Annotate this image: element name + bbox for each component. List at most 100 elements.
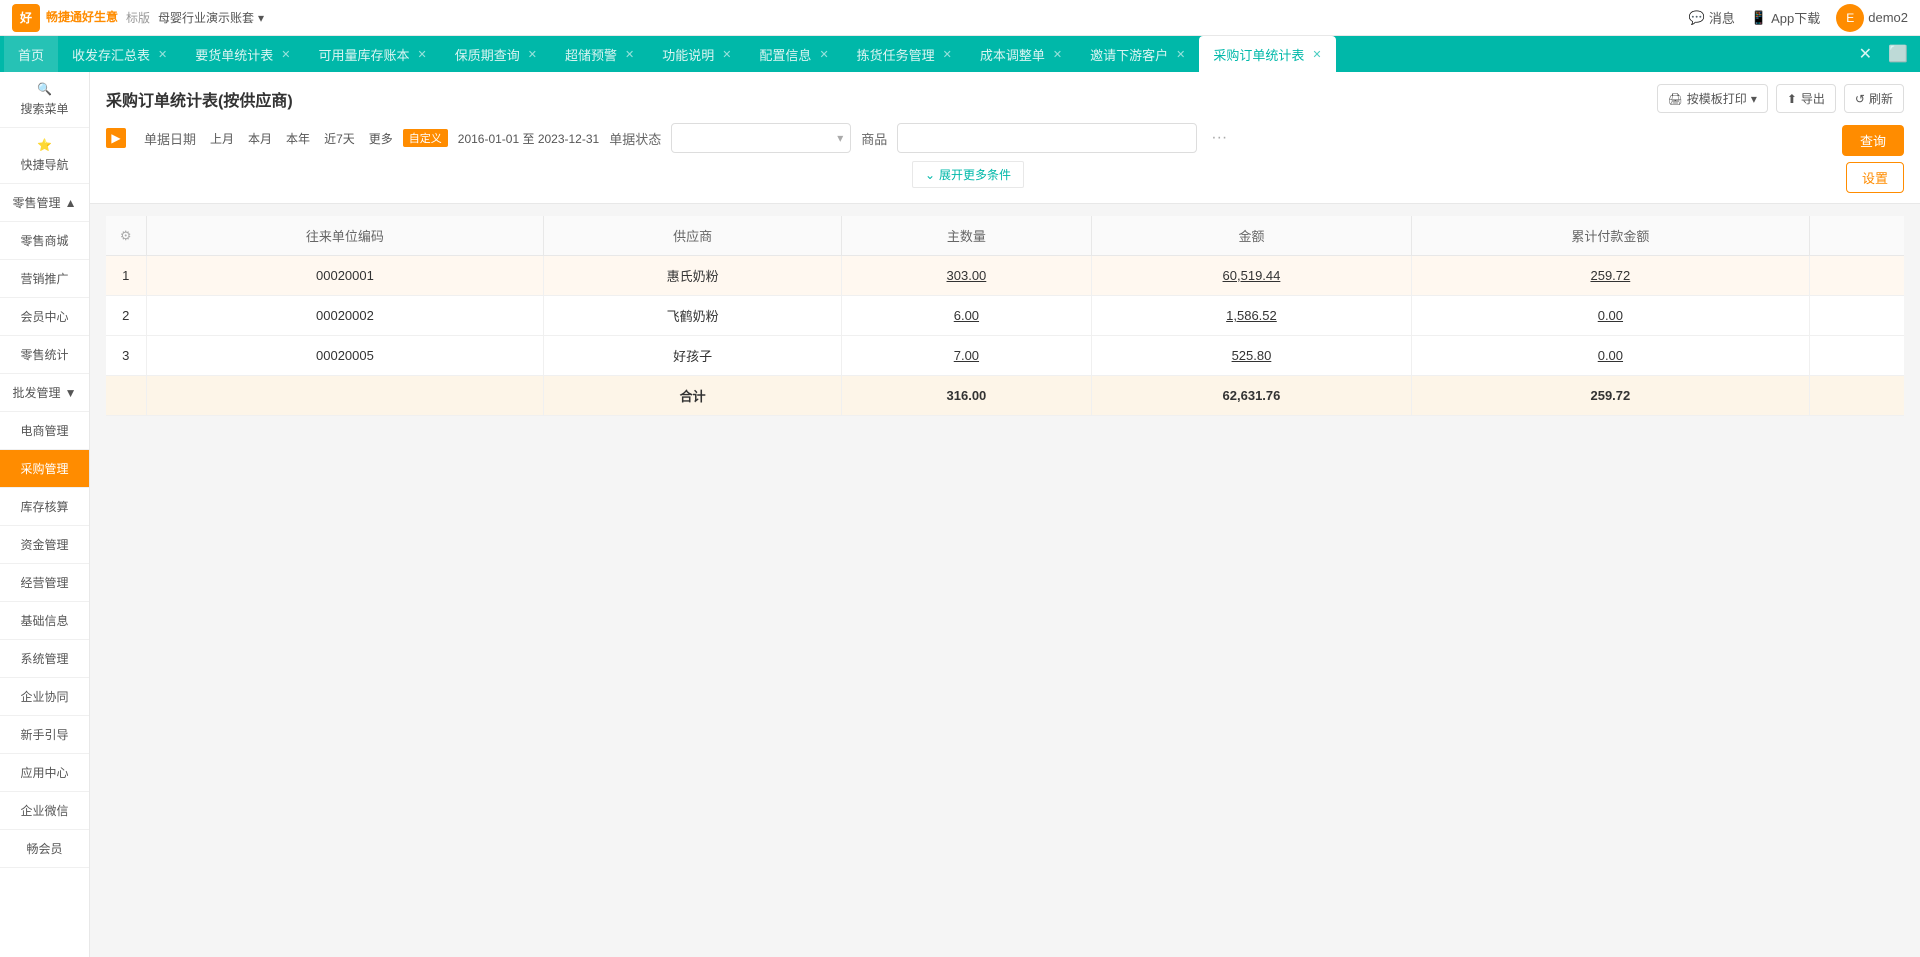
tab-invite-close[interactable]: ✕ — [1176, 48, 1185, 61]
custom-date-badge[interactable]: 自定义 — [403, 129, 448, 147]
sidebar-retail-label: 零售管理 — [13, 194, 61, 211]
shortcut-7days[interactable]: 近7天 — [320, 128, 359, 149]
tab-stock-book-close[interactable]: ✕ — [418, 48, 427, 61]
sidebar-item-enterprise[interactable]: 企业协同 — [0, 678, 89, 716]
table-header: ⚙ 往来单位编码 供应商 主数量 金额 累计付款金额 — [106, 216, 1904, 256]
tab-pick-task-close[interactable]: ✕ — [943, 48, 952, 61]
sidebar-basic-label: 基础信息 — [20, 612, 68, 629]
tab-purchase-stat[interactable]: 采购订单统计表 ✕ — [1199, 36, 1335, 72]
sidebar-marketing-label: 营销推广 — [20, 270, 68, 287]
more-options-button[interactable]: ··· — [1207, 129, 1231, 147]
template-print-button[interactable]: 🖨 按模板打印 ▾ — [1657, 84, 1768, 113]
tab-cost-adj-close[interactable]: ✕ — [1053, 48, 1062, 61]
table-body: 1 00020001 惠氏奶粉 303.00 60,519.44 259.72 … — [106, 256, 1904, 376]
username: demo2 — [1868, 10, 1908, 25]
settings-button[interactable]: 设置 — [1846, 162, 1904, 193]
tab-func[interactable]: 功能说明 ✕ — [648, 36, 745, 72]
message-icon: 💬 — [1689, 10, 1705, 26]
col-paid: 累计付款金额 — [1411, 216, 1809, 256]
tab-expire[interactable]: 保质期查询 ✕ — [441, 36, 551, 72]
goods-input[interactable] — [897, 123, 1197, 153]
tab-receive-close[interactable]: ✕ — [158, 48, 167, 61]
user-area[interactable]: E demo2 — [1836, 4, 1908, 32]
settings-gear-icon[interactable]: ⚙ — [120, 228, 132, 243]
tab-purchase-stat-close[interactable]: ✕ — [1312, 48, 1321, 61]
query-button[interactable]: 查询 — [1842, 125, 1904, 156]
row-paid[interactable]: 0.00 — [1411, 336, 1809, 376]
sidebar-item-retail[interactable]: 零售管理 ▲ — [0, 184, 89, 222]
tab-config-close[interactable]: ✕ — [819, 48, 828, 61]
sidebar-item-shortcut[interactable]: ⭐ 快捷导航 — [0, 128, 89, 184]
refresh-button[interactable]: ↺ 刷新 — [1844, 84, 1904, 113]
logo-icon: 好 — [12, 4, 40, 32]
tab-stock-book[interactable]: 可用量库存账本 ✕ — [304, 36, 440, 72]
sidebar-item-search[interactable]: 🔍 搜索菜单 — [0, 72, 89, 128]
content-area: 采购订单统计表(按供应商) 🖨 按模板打印 ▾ ⬆ 导出 ↺ 刷新 — [90, 72, 1920, 957]
shortcut-this-year[interactable]: 本年 — [282, 128, 314, 149]
app-label: App下载 — [1771, 8, 1820, 27]
sidebar-enterprise-label: 企业协同 — [20, 688, 68, 705]
date-label: 单据日期 — [144, 129, 196, 148]
sidebar-item-wechat[interactable]: 企业微信 — [0, 792, 89, 830]
row-seq: 3 — [106, 336, 146, 376]
workspace-dropdown[interactable]: 母婴行业演示账套 ▾ — [158, 9, 264, 26]
row-paid[interactable]: 0.00 — [1411, 296, 1809, 336]
status-select-wrapper — [671, 123, 851, 153]
col-amount: 金额 — [1091, 216, 1411, 256]
sidebar-item-app-center[interactable]: 应用中心 — [0, 754, 89, 792]
export-icon: ⬆ — [1787, 92, 1797, 106]
sidebar-item-retail-mall[interactable]: 零售商城 — [0, 222, 89, 260]
export-button[interactable]: ⬆ 导出 — [1776, 84, 1836, 113]
sidebar-item-basic[interactable]: 基础信息 — [0, 602, 89, 640]
row-qty[interactable]: 6.00 — [841, 296, 1091, 336]
tab-home[interactable]: 首页 — [4, 36, 58, 72]
app-download-button[interactable]: 📱 App下载 — [1751, 8, 1820, 27]
shortcut-last-month[interactable]: 上月 — [206, 128, 238, 149]
top-bar-right: 💬 消息 📱 App下载 E demo2 — [1689, 4, 1908, 32]
sidebar-item-guide[interactable]: 新手引导 — [0, 716, 89, 754]
tab-close-all-button[interactable]: ✕ — [1855, 40, 1876, 68]
tab-func-close[interactable]: ✕ — [722, 48, 731, 61]
sidebar-item-retail-stat[interactable]: 零售统计 — [0, 336, 89, 374]
tab-restore-button[interactable]: ⬜ — [1884, 40, 1912, 68]
tab-invite[interactable]: 邀请下游客户 ✕ — [1076, 36, 1199, 72]
top-bar-left: 好 畅捷通好生意 标版 母婴行业演示账套 ▾ — [12, 4, 264, 32]
table-row: 3 00020005 好孩子 7.00 525.80 0.00 — [106, 336, 1904, 376]
tab-goods-stat[interactable]: 要货单统计表 ✕ — [181, 36, 304, 72]
row-qty[interactable]: 7.00 — [841, 336, 1091, 376]
tab-cost-adj[interactable]: 成本调整单 ✕ — [966, 36, 1076, 72]
sidebar-item-system[interactable]: 系统管理 — [0, 640, 89, 678]
sidebar-item-purchase[interactable]: 采购管理 — [0, 450, 89, 488]
tab-receive[interactable]: 收发存汇总表 ✕ — [58, 36, 181, 72]
filter-toggle-button[interactable]: ▶ — [106, 128, 126, 148]
tab-pick-task[interactable]: 拣货任务管理 ✕ — [843, 36, 966, 72]
sidebar-item-vip[interactable]: 畅会员 — [0, 830, 89, 868]
search-icon: 🔍 — [37, 82, 52, 96]
sidebar-item-marketing[interactable]: 营销推广 — [0, 260, 89, 298]
tab-overstock-close[interactable]: ✕ — [625, 48, 634, 61]
row-amount[interactable]: 1,586.52 — [1091, 296, 1411, 336]
sidebar-item-ecommerce[interactable]: 电商管理 — [0, 412, 89, 450]
expand-more-button[interactable]: ⌄ 展开更多条件 — [912, 161, 1024, 188]
tab-overstock[interactable]: 超储预警 ✕ — [551, 36, 648, 72]
sidebar-item-inventory[interactable]: 库存核算 — [0, 488, 89, 526]
sidebar-item-wholesale[interactable]: 批发管理 ▼ — [0, 374, 89, 412]
tab-config[interactable]: 配置信息 ✕ — [745, 36, 842, 72]
sidebar-item-operation[interactable]: 经营管理 — [0, 564, 89, 602]
row-amount[interactable]: 525.80 — [1091, 336, 1411, 376]
message-button[interactable]: 💬 消息 — [1689, 8, 1735, 27]
sidebar-item-capital[interactable]: 资金管理 — [0, 526, 89, 564]
status-select[interactable] — [671, 123, 851, 153]
print-icon: 🖨 — [1668, 92, 1683, 106]
row-amount[interactable]: 60,519.44 — [1091, 256, 1411, 296]
row-qty[interactable]: 303.00 — [841, 256, 1091, 296]
row-seq: 1 — [106, 256, 146, 296]
row-paid[interactable]: 259.72 — [1411, 256, 1809, 296]
shortcut-this-month[interactable]: 本月 — [244, 128, 276, 149]
shortcut-more[interactable]: 更多 — [365, 128, 397, 149]
tab-goods-stat-close[interactable]: ✕ — [281, 48, 290, 61]
table-container: ⚙ 往来单位编码 供应商 主数量 金额 累计付款金额 1 00020001 惠氏… — [90, 204, 1920, 957]
sidebar-item-member[interactable]: 会员中心 — [0, 298, 89, 336]
row-supplier: 好孩子 — [544, 336, 841, 376]
tab-expire-close[interactable]: ✕ — [528, 48, 537, 61]
